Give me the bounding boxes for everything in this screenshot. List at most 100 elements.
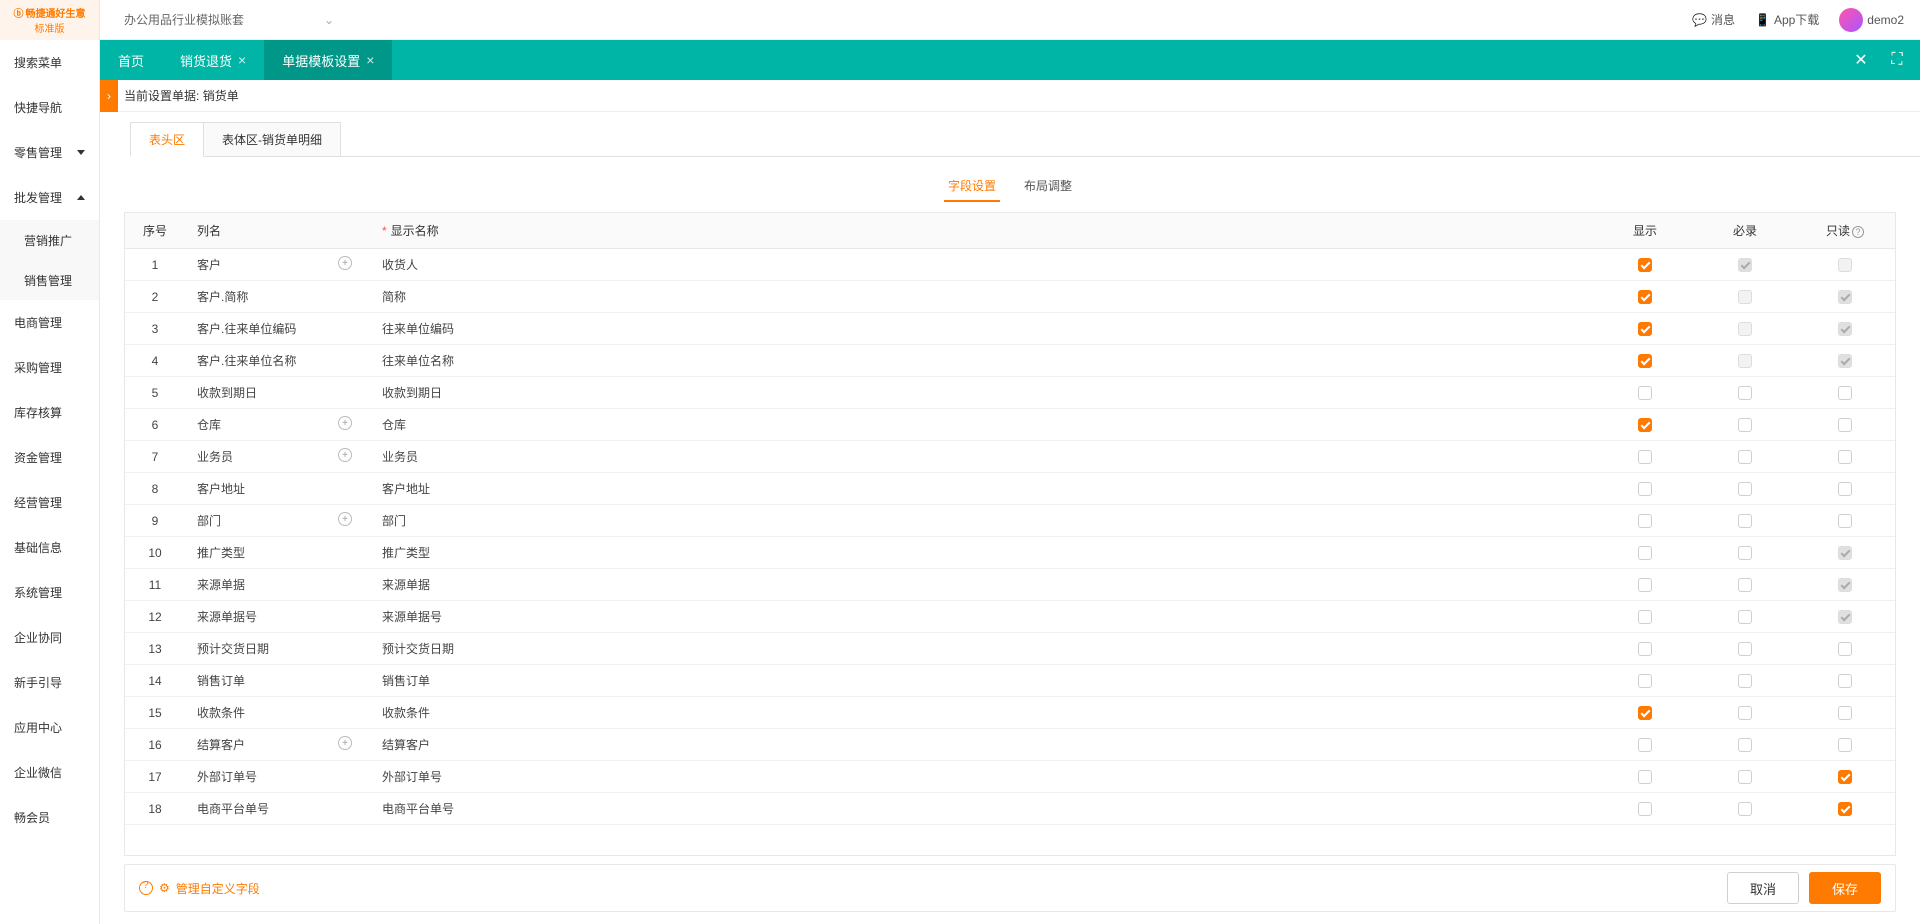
checkbox[interactable] [1638,706,1652,720]
sidebar-item[interactable]: 搜索菜单 [0,40,99,85]
checkbox[interactable] [1838,514,1852,528]
checkbox[interactable] [1738,738,1752,752]
save-button[interactable]: 保存 [1809,872,1881,904]
close-icon[interactable]: × [238,52,246,68]
cell-display[interactable]: 简称 [370,288,1595,305]
sidebar-item[interactable]: 采购管理 [0,345,99,390]
sidebar-item[interactable]: 零售管理 [0,130,99,175]
tab[interactable]: 销货退货× [162,40,264,80]
cell-display[interactable]: 外部订单号 [370,768,1595,785]
cell-display[interactable]: 预计交货日期 [370,640,1595,657]
expand-icon[interactable]: + [338,416,352,430]
cancel-button[interactable]: 取消 [1727,872,1799,904]
checkbox[interactable] [1738,514,1752,528]
checkbox[interactable] [1638,482,1652,496]
sub-tab[interactable]: 布局调整 [1020,171,1076,202]
help-icon[interactable]: ? [1852,226,1864,238]
checkbox[interactable] [1638,642,1652,656]
table-body[interactable]: 1客户+收货人2客户.简称简称3客户.往来单位编码往来单位编码4客户.往来单位名… [125,249,1895,855]
sidebar-item[interactable]: 企业协同 [0,615,99,660]
sidebar-subitem[interactable]: 销售管理 [0,260,99,300]
checkbox[interactable] [1738,386,1752,400]
checkbox[interactable] [1838,674,1852,688]
sidebar-item[interactable]: 应用中心 [0,705,99,750]
checkbox[interactable] [1738,450,1752,464]
sidebar-item[interactable]: 畅会员 [0,795,99,840]
expand-icon[interactable]: + [338,256,352,270]
sidebar-item[interactable]: 批发管理 [0,175,99,220]
cell-display[interactable]: 结算客户 [370,736,1595,753]
sidebar-item[interactable]: 库存核算 [0,390,99,435]
checkbox[interactable] [1838,642,1852,656]
sidebar-item[interactable]: 经营管理 [0,480,99,525]
checkbox[interactable] [1838,770,1852,784]
checkbox[interactable] [1638,322,1652,336]
checkbox[interactable] [1638,290,1652,304]
close-all-tabs-button[interactable]: ✕ [1848,47,1874,73]
cell-display[interactable]: 往来单位名称 [370,352,1595,369]
cell-display[interactable]: 收款到期日 [370,384,1595,401]
sidebar-item[interactable]: 快捷导航 [0,85,99,130]
checkbox[interactable] [1738,610,1752,624]
checkbox[interactable] [1738,770,1752,784]
cell-display[interactable]: 客户地址 [370,480,1595,497]
sidebar-item[interactable]: 新手引导 [0,660,99,705]
checkbox[interactable] [1638,770,1652,784]
sidebar-item[interactable]: 电商管理 [0,300,99,345]
checkbox[interactable] [1738,642,1752,656]
close-icon[interactable]: × [366,52,374,68]
download-button[interactable]: 📱 App下载 [1755,11,1819,28]
inner-tab[interactable]: 表头区 [130,122,204,157]
inner-tab[interactable]: 表体区-销货单明细 [203,122,341,156]
cell-display[interactable]: 推广类型 [370,544,1595,561]
checkbox[interactable] [1838,418,1852,432]
account-selector[interactable]: 办公用品行业模拟账套 ⌄ [116,7,342,32]
cell-display[interactable]: 往来单位编码 [370,320,1595,337]
fullscreen-button[interactable]: ⛶ [1884,47,1910,73]
checkbox[interactable] [1638,418,1652,432]
cell-display[interactable]: 来源单据 [370,576,1595,593]
cell-display[interactable]: 来源单据号 [370,608,1595,625]
sidebar-item[interactable]: 系统管理 [0,570,99,615]
checkbox[interactable] [1638,578,1652,592]
cell-display[interactable]: 电商平台单号 [370,800,1595,817]
sidebar-item[interactable]: 资金管理 [0,435,99,480]
cell-display[interactable]: 业务员 [370,448,1595,465]
sidebar-subitem[interactable]: 营销推广 [0,220,99,260]
expand-icon[interactable]: + [338,736,352,750]
checkbox[interactable] [1838,738,1852,752]
checkbox[interactable] [1638,802,1652,816]
checkbox[interactable] [1638,354,1652,368]
checkbox[interactable] [1838,450,1852,464]
sidebar-item[interactable]: 企业微信 [0,750,99,795]
manage-custom-fields-link[interactable]: ⚙ 管理自定义字段 [139,880,260,897]
cell-display[interactable]: 部门 [370,512,1595,529]
checkbox[interactable] [1638,514,1652,528]
expand-handle[interactable]: › [100,80,118,112]
tab[interactable]: 单据模板设置× [264,40,392,80]
checkbox[interactable] [1738,706,1752,720]
tab[interactable]: 首页 [100,40,162,80]
checkbox[interactable] [1638,450,1652,464]
cell-display[interactable]: 收货人 [370,256,1595,273]
checkbox[interactable] [1838,386,1852,400]
checkbox[interactable] [1738,482,1752,496]
checkbox[interactable] [1738,578,1752,592]
expand-icon[interactable]: + [338,448,352,462]
checkbox[interactable] [1838,706,1852,720]
checkbox[interactable] [1638,258,1652,272]
checkbox[interactable] [1638,738,1652,752]
cell-display[interactable]: 收款条件 [370,704,1595,721]
checkbox[interactable] [1738,802,1752,816]
checkbox[interactable] [1738,674,1752,688]
sub-tab[interactable]: 字段设置 [944,171,1000,202]
checkbox[interactable] [1838,802,1852,816]
checkbox[interactable] [1738,418,1752,432]
user-menu[interactable]: demo2 [1839,8,1904,32]
checkbox[interactable] [1638,610,1652,624]
checkbox[interactable] [1738,546,1752,560]
cell-display[interactable]: 销售订单 [370,672,1595,689]
checkbox[interactable] [1638,674,1652,688]
sidebar-item[interactable]: 基础信息 [0,525,99,570]
cell-display[interactable]: 仓库 [370,416,1595,433]
